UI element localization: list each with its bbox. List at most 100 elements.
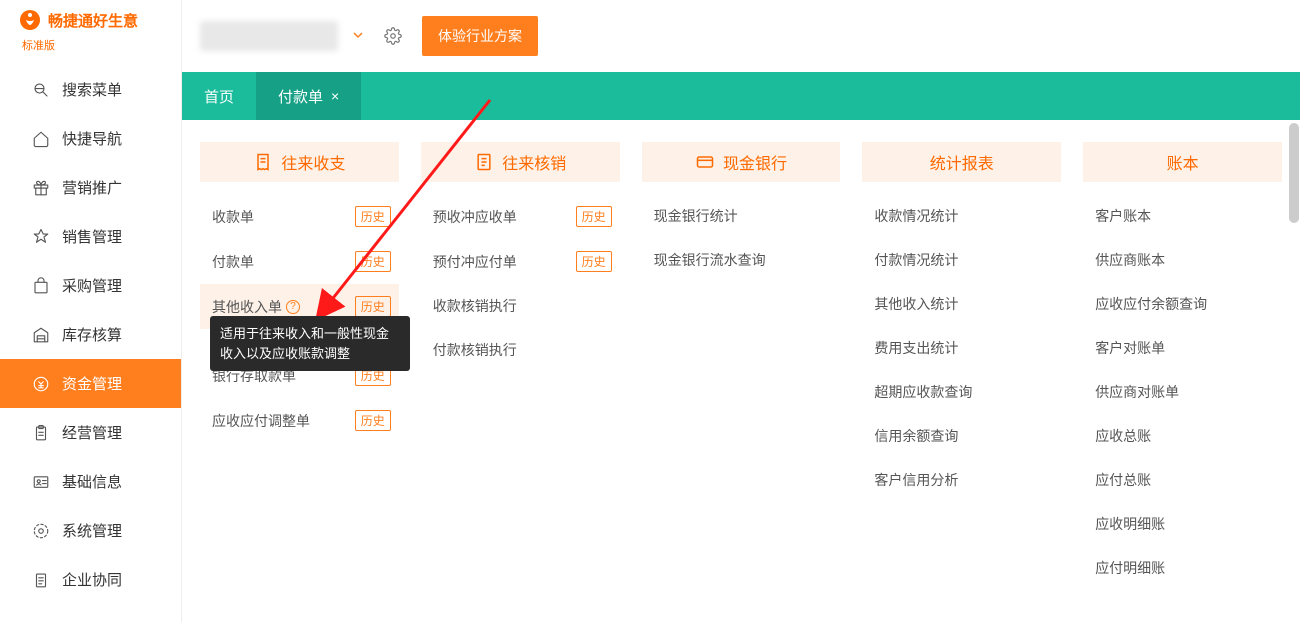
history-badge[interactable]: 历史	[355, 251, 391, 272]
logo: 畅捷通好生意	[0, 0, 181, 36]
card-icon	[695, 152, 715, 172]
menu-item-label: 应收应付调整单	[212, 411, 310, 431]
menu-item-label: 现金银行流水查询	[654, 250, 766, 270]
sidebar-item-sale[interactable]: 销售管理	[0, 212, 181, 261]
menu-item[interactable]: 预付冲应付单 历史	[421, 239, 620, 284]
menu-item[interactable]: 应付明细账	[1083, 546, 1282, 590]
menu-item-label: 应收明细账	[1095, 514, 1165, 534]
column-header: 往来收支	[200, 142, 399, 182]
column-header: 往来核销	[421, 142, 620, 182]
sidebar-item-label: 库存核算	[62, 324, 122, 345]
sidebar-item-bag[interactable]: 采购管理	[0, 261, 181, 310]
sidebar-item-search[interactable]: 搜索菜单	[0, 65, 181, 114]
menu-item-label: 预付冲应付单	[433, 252, 517, 272]
menu-item[interactable]: 供应商对账单	[1083, 370, 1282, 414]
menu-item-label: 客户信用分析	[874, 470, 958, 490]
content: 往来收支收款单历史付款单历史其他收入单?历史历史银行存取款单历史应收应付调整单历…	[182, 120, 1300, 622]
home-icon	[32, 130, 50, 148]
menu-item[interactable]: 应付总账	[1083, 458, 1282, 502]
sidebar-item-label: 经营管理	[62, 422, 122, 443]
menu-item-label: 收款情况统计	[874, 206, 958, 226]
sidebar-item-label: 资金管理	[62, 373, 122, 394]
menu-item-label: 费用支出统计	[874, 338, 958, 358]
help-icon[interactable]: ?	[286, 300, 300, 314]
tab-0[interactable]: 首页	[182, 72, 256, 120]
menu-item-label: 超期应收款查询	[874, 382, 972, 402]
column-title: 往来收支	[281, 150, 345, 174]
history-badge[interactable]: 历史	[355, 296, 391, 317]
sidebar-item-id[interactable]: 基础信息	[0, 457, 181, 506]
menu-item[interactable]: 超期应收款查询	[862, 370, 1061, 414]
menu-item-label: 客户对账单	[1095, 338, 1165, 358]
menu-item[interactable]: 应收总账	[1083, 414, 1282, 458]
column-title: 账本	[1167, 150, 1199, 174]
menu-item[interactable]: 收款情况统计	[862, 194, 1061, 238]
history-badge[interactable]: 历史	[355, 410, 391, 431]
history-badge[interactable]: 历史	[355, 206, 391, 227]
column-1: 往来核销预收冲应收单历史预付冲应付单历史收款核销执行付款核销执行	[421, 142, 620, 590]
sidebar-item-gift[interactable]: 营销推广	[0, 163, 181, 212]
menu-item[interactable]: 客户账本	[1083, 194, 1282, 238]
logo-icon	[18, 8, 42, 32]
menu-item[interactable]: 现金银行流水查询	[642, 238, 841, 282]
sidebar-item-warehouse[interactable]: 库存核算	[0, 310, 181, 359]
menu-item[interactable]: 费用支出统计	[862, 326, 1061, 370]
menu-item[interactable]: 付款单 历史	[200, 239, 399, 284]
menu-item[interactable]: 收款单 历史	[200, 194, 399, 239]
menu-item[interactable]: 客户对账单	[1083, 326, 1282, 370]
menu-item[interactable]: 收款核销执行	[421, 284, 620, 328]
menu-item[interactable]: 应收应付调整单 历史	[200, 398, 399, 443]
scrollbar[interactable]	[1289, 123, 1299, 223]
sidebar-item-label: 采购管理	[62, 275, 122, 296]
menu-item[interactable]: 付款核销执行	[421, 328, 620, 372]
sidebar-item-home[interactable]: 快捷导航	[0, 114, 181, 163]
column-title: 现金银行	[723, 150, 787, 174]
history-badge[interactable]: 历史	[576, 206, 612, 227]
column-title: 往来核销	[502, 150, 566, 174]
menu-item-label: 应收应付余额查询	[1095, 294, 1207, 314]
column-header: 统计报表	[862, 142, 1061, 182]
menu-item[interactable]: 信用余额查询	[862, 414, 1061, 458]
tooltip: 适用于往来收入和一般性现金收入以及应收账款调整	[210, 316, 410, 371]
menu-item[interactable]: 付款情况统计	[862, 238, 1061, 282]
sidebar-item-label: 企业协同	[62, 569, 122, 590]
menu-item[interactable]: 应收应付余额查询	[1083, 282, 1282, 326]
org-selector-blurred[interactable]	[200, 21, 338, 51]
sidebar-item-money[interactable]: 资金管理	[0, 359, 181, 408]
menu-item-label: 预收冲应收单	[433, 207, 517, 227]
close-icon[interactable]: ×	[331, 88, 339, 104]
menu-item[interactable]: 供应商账本	[1083, 238, 1282, 282]
column-3: 统计报表收款情况统计付款情况统计其他收入统计费用支出统计超期应收款查询信用余额查…	[862, 142, 1061, 590]
menu-item[interactable]: 应收明细账	[1083, 502, 1282, 546]
menu-item-label: 应付明细账	[1095, 558, 1165, 578]
cta-button[interactable]: 体验行业方案	[422, 16, 538, 56]
menu-item[interactable]: 客户信用分析	[862, 458, 1061, 502]
sidebar-item-sys[interactable]: 系统管理	[0, 506, 181, 555]
menu-item-label: 付款核销执行	[433, 340, 517, 360]
column-2: 现金银行现金银行统计现金银行流水查询	[642, 142, 841, 590]
menu-item-label: 收款单	[212, 207, 254, 227]
chevron-down-icon[interactable]	[352, 29, 364, 44]
menu-item-label: 供应商账本	[1095, 250, 1165, 270]
gear-icon[interactable]	[378, 21, 408, 51]
menu-item-label: 收款核销执行	[433, 296, 517, 316]
column-items: 收款情况统计付款情况统计其他收入统计费用支出统计超期应收款查询信用余额查询客户信…	[862, 194, 1061, 502]
menu-item[interactable]: 现金银行统计	[642, 194, 841, 238]
sidebar-item-clipboard[interactable]: 经营管理	[0, 408, 181, 457]
history-badge[interactable]: 历史	[576, 251, 612, 272]
column-title: 统计报表	[930, 150, 994, 174]
menu-item[interactable]: 其他收入统计	[862, 282, 1061, 326]
sidebar-item-label: 营销推广	[62, 177, 122, 198]
tab-1[interactable]: 付款单 ×	[256, 72, 361, 120]
doc-icon	[474, 152, 494, 172]
menu-item-label: 付款单	[212, 252, 254, 272]
tabbar: 首页 付款单 ×	[182, 72, 1300, 120]
sidebar-item-label: 销售管理	[62, 226, 122, 247]
menu-item[interactable]: 预收冲应收单 历史	[421, 194, 620, 239]
id-icon	[32, 473, 50, 491]
sidebar-item-org[interactable]: 企业协同	[0, 555, 181, 604]
sidebar-item-label: 系统管理	[62, 520, 122, 541]
tab-label: 付款单	[278, 86, 323, 107]
search-icon	[32, 81, 50, 99]
gift-icon	[32, 179, 50, 197]
